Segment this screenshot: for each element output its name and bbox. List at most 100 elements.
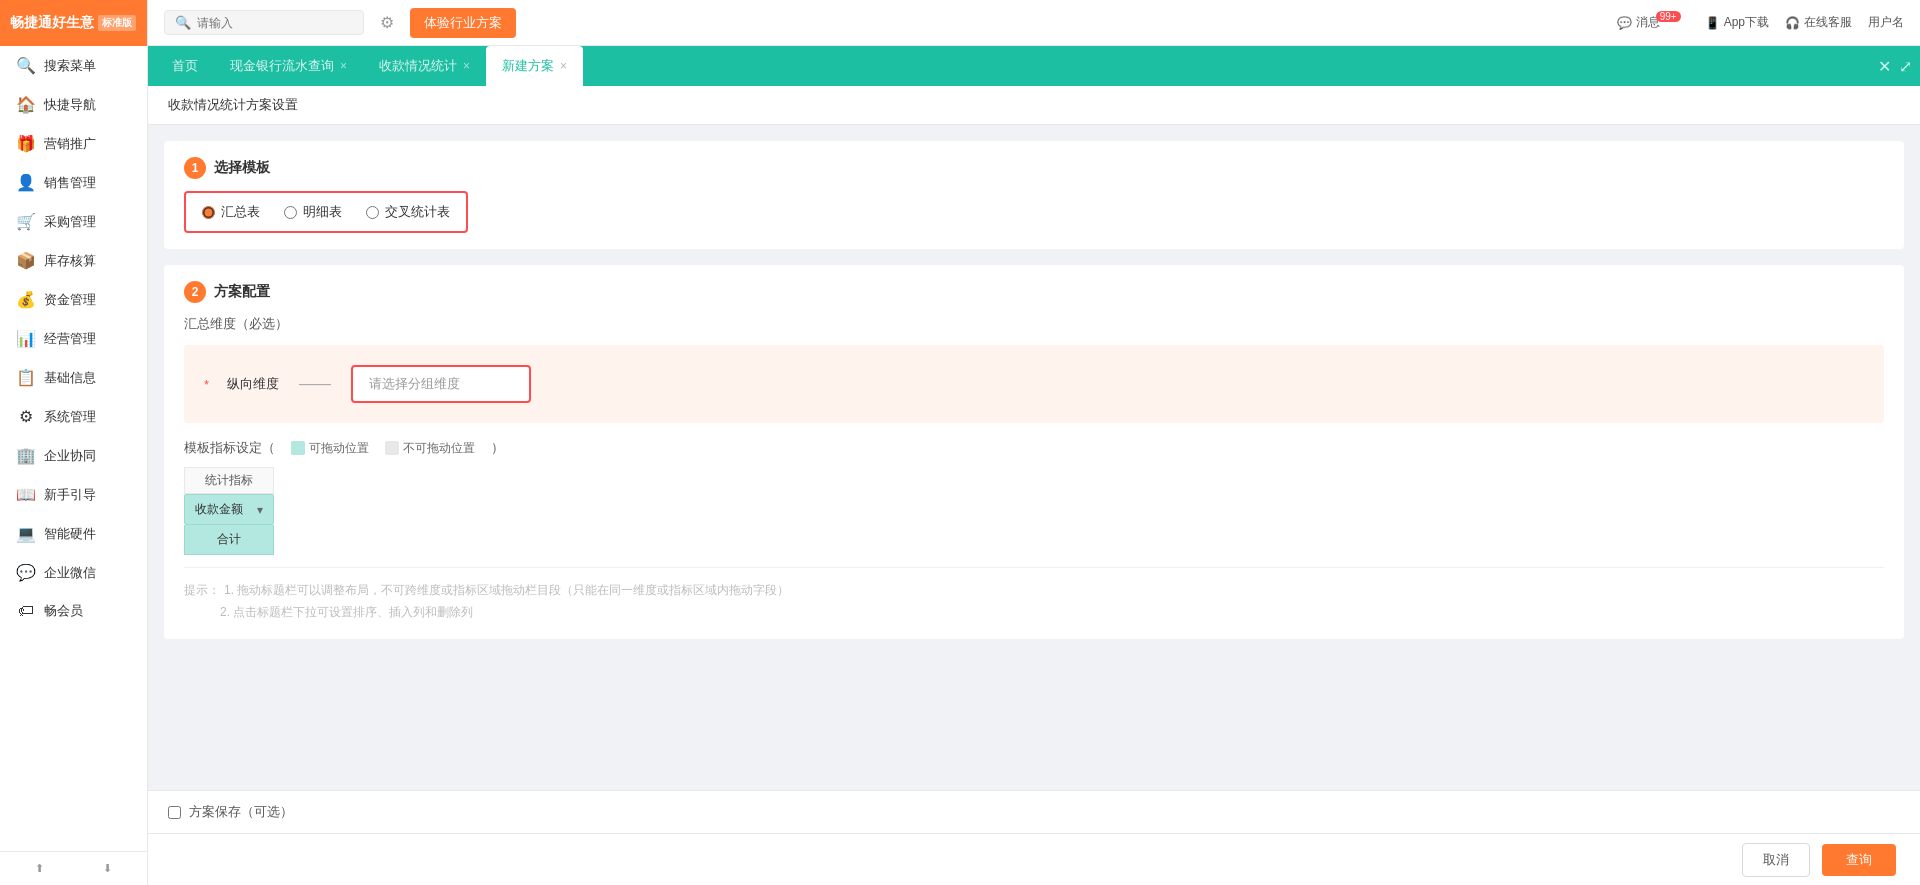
radio-summary[interactable]: 汇总表	[202, 203, 260, 221]
sidebar-item-operations[interactable]: 📊经营管理	[0, 319, 147, 358]
sidebar-icon-enterprise: 🏢	[16, 446, 36, 465]
tab-close-receipt-stats[interactable]: ×	[463, 59, 470, 73]
tab-new-plan[interactable]: 新建方案×	[486, 46, 583, 86]
stats-col-label: 统计指标	[184, 467, 274, 494]
search-input[interactable]	[197, 16, 337, 30]
sidebar-item-member[interactable]: 🏷 畅会员	[0, 592, 147, 630]
tip-label: 提示：	[184, 580, 220, 602]
user-item[interactable]: 用户名	[1868, 14, 1904, 31]
step2-label: 2 方案配置	[184, 281, 1884, 303]
sidebar-item-basic-info[interactable]: 📋基础信息	[0, 358, 147, 397]
sidebar-bottom-btn-left[interactable]: ⬆	[10, 862, 70, 875]
logo-text: 畅捷通好生意	[10, 14, 94, 32]
tip-line-2: 2. 点击标题栏下拉可设置排序、插入列和删除列	[184, 602, 1884, 624]
metrics-header: 模板指标设定（ 可拖动位置 不可拖动位置 ）	[184, 439, 1884, 457]
radio-summary-input[interactable]	[202, 206, 215, 219]
sidebar-icon-member: 🏷	[16, 602, 36, 620]
tabbar: 首页现金银行流水查询×收款情况统计×新建方案× ✕ ⤢	[148, 46, 1920, 86]
sidebar-item-enterprise[interactable]: 🏢 企业协同	[0, 436, 147, 475]
sidebar-item-marketing[interactable]: 🎁营销推广	[0, 124, 147, 163]
tab-close-bank-flow[interactable]: ×	[340, 59, 347, 73]
page-breadcrumb: 收款情况统计方案设置	[148, 86, 1920, 125]
save-checkbox[interactable]	[168, 806, 181, 819]
config-section: 2 方案配置 汇总维度（必选） * 纵向维度 —— 请选择分组维度	[164, 265, 1904, 639]
close-window-icon[interactable]: ✕	[1878, 57, 1891, 76]
dimension-arrow: ——	[299, 375, 331, 393]
tip-line-1: 提示： 1. 拖动标题栏可以调整布局，不可跨维度或指标区域拖动栏目段（只能在同一…	[184, 580, 1884, 602]
step2-circle: 2	[184, 281, 206, 303]
sidebar-label-system: 系统管理	[44, 408, 96, 426]
service-icon: 🎧	[1785, 16, 1800, 30]
dimension-area: * 纵向维度 —— 请选择分组维度	[184, 345, 1884, 423]
topbar-search-box[interactable]: 🔍	[164, 10, 364, 35]
radio-detail-label: 明细表	[303, 203, 342, 221]
tab-bank-flow[interactable]: 现金银行流水查询×	[214, 46, 363, 86]
sidebar-label-quick-nav: 快捷导航	[44, 96, 96, 114]
stats-metric-cell[interactable]: 收款金额 ▾	[184, 494, 274, 525]
bottom-action-bar: 取消 查询	[148, 833, 1920, 885]
metrics-title-end: ）	[491, 439, 504, 457]
sidebar-label-inventory: 库存核算	[44, 252, 96, 270]
sidebar-bottom: ⬆ ⬇	[0, 851, 147, 885]
notification-item[interactable]: 💬 消息 99+	[1617, 14, 1689, 31]
tab-receipt-stats[interactable]: 收款情况统计×	[363, 46, 486, 86]
query-button[interactable]: 查询	[1822, 844, 1896, 876]
template-options: 汇总表 明细表 交叉统计表	[184, 191, 468, 233]
sidebar-icon-inventory: 📦	[16, 251, 36, 270]
tab-close-new-plan[interactable]: ×	[560, 59, 567, 73]
sidebar-icon-marketing: 🎁	[16, 134, 36, 153]
stats-total-label: 合计	[217, 532, 241, 546]
radio-summary-label: 汇总表	[221, 203, 260, 221]
sidebar-item-quick-nav[interactable]: 🏠快捷导航	[0, 85, 147, 124]
save-label[interactable]: 方案保存（可选）	[189, 803, 293, 821]
logo-badge: 标准版	[98, 15, 136, 31]
sidebar: 畅捷通好生意 标准版 🔍搜索菜单🏠快捷导航🎁营销推广👤销售管理🛒采购管理 📦 库存核…	[0, 0, 148, 885]
dimension-selector[interactable]: 请选择分组维度	[351, 365, 531, 403]
radio-cross-label: 交叉统计表	[385, 203, 450, 221]
service-item[interactable]: 🎧 在线客服	[1785, 14, 1852, 31]
step1-label: 1 选择模板	[184, 157, 1884, 179]
cancel-button[interactable]: 取消	[1742, 843, 1810, 877]
radio-detail[interactable]: 明细表	[284, 203, 342, 221]
sidebar-label-enterprise: 企业协同	[44, 447, 96, 465]
tab-label-home: 首页	[172, 57, 198, 75]
dimension-row: * 纵向维度 —— 请选择分组维度	[204, 365, 1864, 403]
sidebar-icon-wechat: 💬	[16, 563, 36, 582]
sidebar-label-member: 畅会员	[44, 602, 83, 620]
sidebar-icon-sales: 👤	[16, 173, 36, 192]
sidebar-item-purchase[interactable]: 🛒采购管理	[0, 202, 147, 241]
sidebar-icon-hardware: 💻	[16, 524, 36, 543]
sidebar-icon-system: ⚙	[16, 407, 36, 426]
legend-immovable-label: 不可拖动位置	[403, 440, 475, 457]
radio-detail-input[interactable]	[284, 206, 297, 219]
sidebar-item-system[interactable]: ⚙ 系统管理	[0, 397, 147, 436]
sidebar-icon-purchase: 🛒	[16, 212, 36, 231]
download-label: App下载	[1724, 14, 1769, 31]
sidebar-item-guide[interactable]: 📖新手引导	[0, 475, 147, 514]
legend-immovable: 不可拖动位置	[385, 440, 475, 457]
maximize-icon[interactable]: ⤢	[1899, 57, 1912, 76]
settings-icon[interactable]: ⚙	[380, 13, 394, 32]
sidebar-item-sales[interactable]: 👤销售管理	[0, 163, 147, 202]
legend-movable-label: 可拖动位置	[309, 440, 369, 457]
sidebar-bottom-btn-right[interactable]: ⬇	[78, 862, 138, 875]
trial-button[interactable]: 体验行业方案	[410, 8, 516, 38]
metrics-title-prefix: 模板指标设定（	[184, 439, 275, 457]
user-name: 用户名	[1868, 14, 1904, 31]
page-body: 1 选择模板 汇总表 明细表 交叉统计表	[148, 125, 1920, 790]
sidebar-item-wechat[interactable]: 💬企业微信	[0, 553, 147, 592]
sidebar-item-inventory[interactable]: 📦 库存核算	[0, 241, 147, 280]
dropdown-icon: ▾	[257, 503, 263, 517]
sidebar-item-finance[interactable]: 💰资金管理	[0, 280, 147, 319]
required-star: *	[204, 377, 209, 392]
sidebar-icon-finance: 💰	[16, 290, 36, 309]
radio-cross[interactable]: 交叉统计表	[366, 203, 450, 221]
sidebar-item-hardware[interactable]: 💻智能硬件	[0, 514, 147, 553]
tab-home[interactable]: 首页	[156, 46, 214, 86]
download-item[interactable]: 📱 App下载	[1705, 14, 1769, 31]
template-section: 1 选择模板 汇总表 明细表 交叉统计表	[164, 141, 1904, 249]
sidebar-item-search-menu[interactable]: 🔍搜索菜单	[0, 46, 147, 85]
search-icon: 🔍	[175, 15, 191, 30]
radio-cross-input[interactable]	[366, 206, 379, 219]
tips-section: 提示： 1. 拖动标题栏可以调整布局，不可跨维度或指标区域拖动栏目段（只能在同一…	[184, 580, 1884, 623]
